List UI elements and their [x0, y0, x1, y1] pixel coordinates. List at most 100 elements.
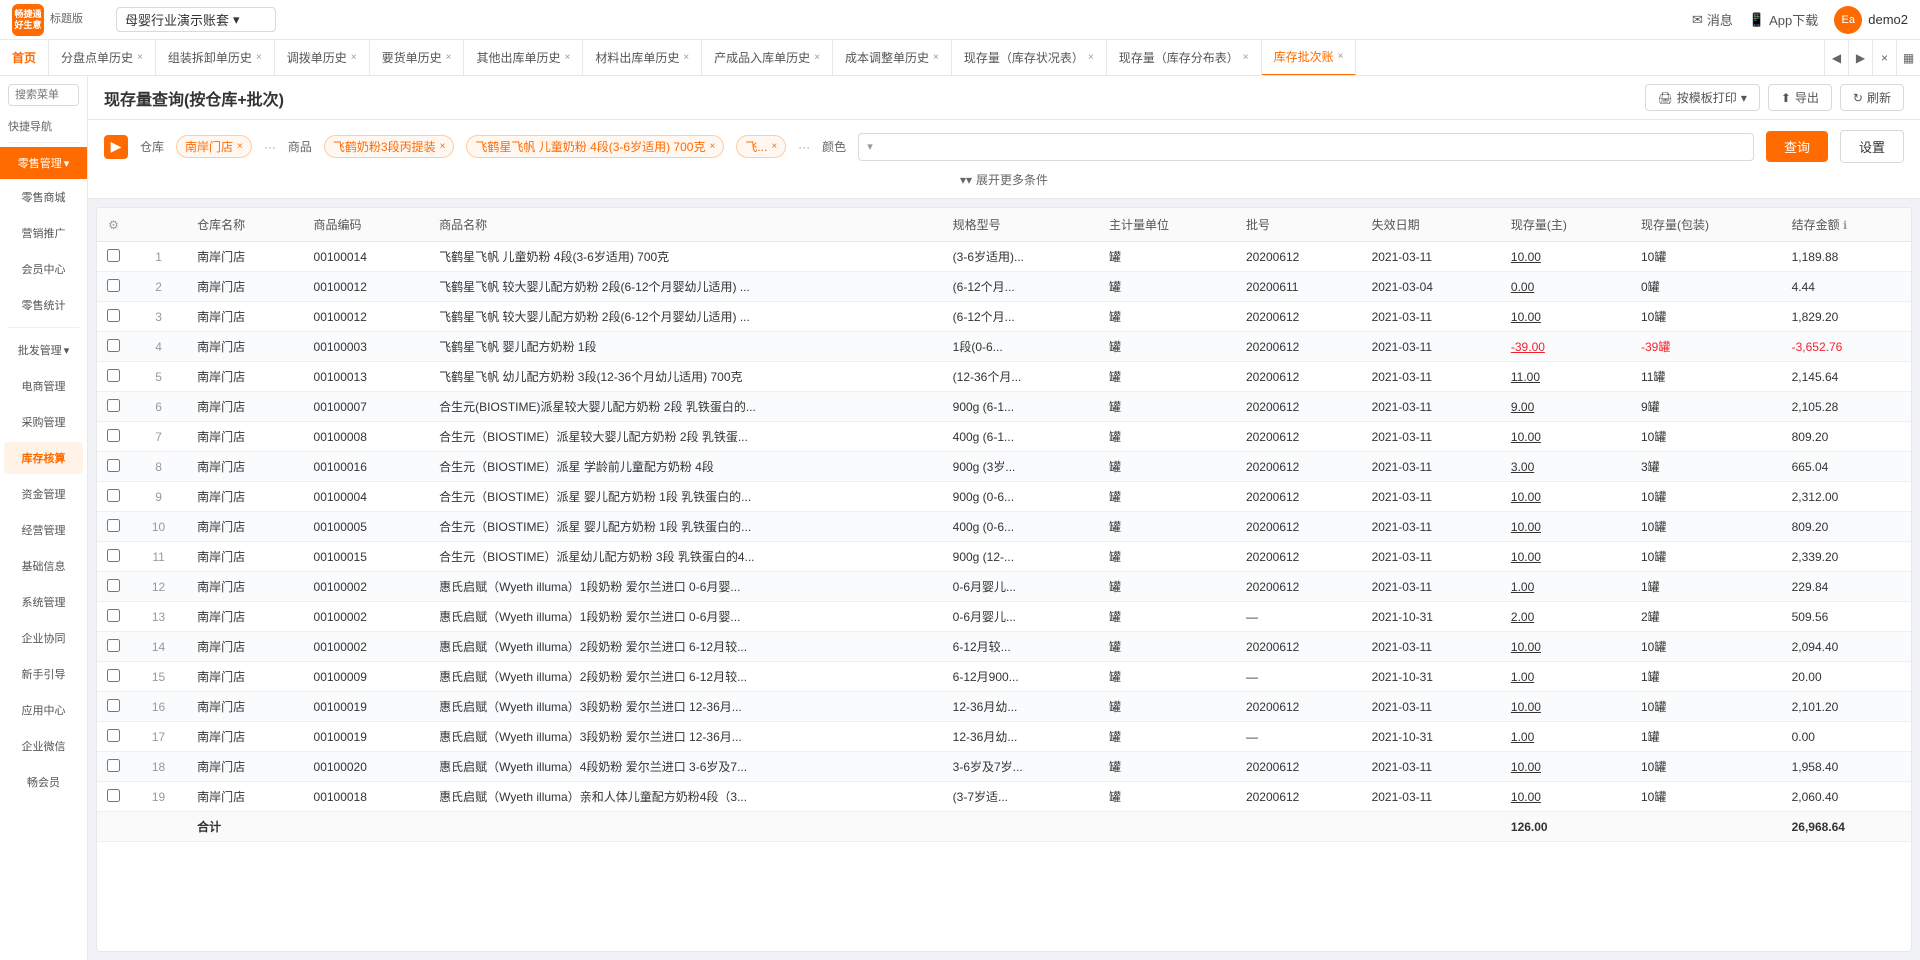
row-checkbox[interactable]: [107, 519, 120, 532]
tab-zuzhuang[interactable]: 组装拆卸单历史 ×: [156, 40, 275, 76]
row-stock-main[interactable]: 10.00: [1501, 782, 1631, 812]
row-checkbox[interactable]: [107, 699, 120, 712]
close-icon[interactable]: ×: [814, 52, 820, 63]
nav-menu-button[interactable]: ▦: [1896, 40, 1920, 76]
goods-filter-tag1[interactable]: 飞鹤奶粉3段丙提装 ×: [324, 135, 455, 158]
print-button[interactable]: 🖨 按模板打印 ▾: [1645, 84, 1760, 111]
sidebar-item-inventory[interactable]: 库存核算: [4, 442, 83, 474]
tab-yaohuo[interactable]: 要货单历史 ×: [370, 40, 465, 76]
close-icon[interactable]: ×: [1088, 52, 1094, 63]
row-checkbox-cell[interactable]: [97, 782, 130, 812]
sidebar-item-operations[interactable]: 经营管理: [4, 514, 83, 546]
query-button[interactable]: 查询: [1766, 131, 1828, 162]
goods-filter-tag2[interactable]: 飞鹤星飞帆 儿童奶粉 4段(3-6岁适用) 700克 ×: [466, 135, 724, 158]
row-checkbox-cell[interactable]: [97, 512, 130, 542]
row-stock-main[interactable]: 10.00: [1501, 422, 1631, 452]
sidebar-item-finance[interactable]: 资金管理: [4, 478, 83, 510]
sidebar-item-wholesale[interactable]: 批发管理 ▾: [4, 334, 83, 366]
close-icon[interactable]: ×: [1243, 52, 1249, 63]
expand-filter-button[interactable]: ▶: [104, 135, 128, 159]
sidebar-item-purchase[interactable]: 采购管理: [4, 406, 83, 438]
row-stock-main[interactable]: 10.00: [1501, 632, 1631, 662]
goods-filter-tag3[interactable]: 飞... ×: [736, 135, 786, 158]
row-stock-main[interactable]: 10.00: [1501, 242, 1631, 272]
close-icon[interactable]: ×: [1338, 51, 1344, 62]
sidebar-item-apps[interactable]: 应用中心: [4, 694, 83, 726]
row-checkbox-cell[interactable]: [97, 332, 130, 362]
expand-more-button[interactable]: ▾▾ 展开更多条件: [960, 171, 1048, 188]
row-checkbox-cell[interactable]: [97, 482, 130, 512]
export-button[interactable]: ⬆ 导出: [1768, 84, 1832, 111]
row-checkbox[interactable]: [107, 759, 120, 772]
row-checkbox-cell[interactable]: [97, 242, 130, 272]
row-checkbox[interactable]: [107, 339, 120, 352]
tab-chanchengpin[interactable]: 产成品入库单历史 ×: [702, 40, 833, 76]
remove-goods-tag3-icon[interactable]: ×: [771, 141, 777, 152]
row-checkbox[interactable]: [107, 489, 120, 502]
row-checkbox[interactable]: [107, 279, 120, 292]
row-stock-main[interactable]: 10.00: [1501, 302, 1631, 332]
refresh-button[interactable]: ↻ 刷新: [1840, 84, 1904, 111]
row-checkbox[interactable]: [107, 459, 120, 472]
goods-more-icon[interactable]: ···: [798, 140, 810, 154]
tab-qitachuku[interactable]: 其他出库单历史 ×: [464, 40, 583, 76]
row-stock-main[interactable]: 1.00: [1501, 662, 1631, 692]
row-stock-main[interactable]: 10.00: [1501, 542, 1631, 572]
row-stock-main[interactable]: 9.00: [1501, 392, 1631, 422]
sidebar-item-enterprise[interactable]: 企业协同: [4, 622, 83, 654]
nav-close-button[interactable]: ×: [1872, 40, 1896, 76]
row-stock-main[interactable]: 10.00: [1501, 482, 1631, 512]
tab-chengbentiaozhen[interactable]: 成本调整单历史 ×: [833, 40, 952, 76]
row-checkbox[interactable]: [107, 369, 120, 382]
row-checkbox-cell[interactable]: [97, 752, 130, 782]
table-settings-icon[interactable]: ⚙: [108, 218, 119, 232]
row-checkbox-cell[interactable]: [97, 362, 130, 392]
close-icon[interactable]: ×: [446, 52, 452, 63]
row-checkbox-cell[interactable]: [97, 422, 130, 452]
settings-button[interactable]: 设置: [1840, 130, 1904, 163]
message-button[interactable]: ✉ 消息: [1692, 10, 1733, 29]
sidebar-item-retail[interactable]: 零售管理 ▾: [0, 147, 87, 179]
close-icon[interactable]: ×: [933, 52, 939, 63]
tab-home[interactable]: 首页: [0, 40, 49, 76]
close-icon[interactable]: ×: [564, 52, 570, 63]
row-checkbox-cell[interactable]: [97, 572, 130, 602]
tab-xiancunliang2[interactable]: 现存量（库存分布表） ×: [1107, 40, 1262, 76]
tab-cailiao[interactable]: 材料出库单历史 ×: [583, 40, 702, 76]
sidebar-item-guide[interactable]: 新手引导: [4, 658, 83, 690]
sidebar-item-member[interactable]: 会员中心: [4, 253, 83, 285]
nav-prev-button[interactable]: ◀: [1824, 40, 1848, 76]
row-stock-main[interactable]: 10.00: [1501, 692, 1631, 722]
nav-next-button[interactable]: ▶: [1848, 40, 1872, 76]
row-checkbox[interactable]: [107, 549, 120, 562]
account-selector[interactable]: 母婴行业演示账套 ▾: [116, 7, 276, 32]
tab-diaobodian[interactable]: 调拨单历史 ×: [275, 40, 370, 76]
sidebar-item-marketing[interactable]: 营销推广: [4, 217, 83, 249]
sidebar-item-stats[interactable]: 零售统计: [4, 289, 83, 321]
row-checkbox[interactable]: [107, 579, 120, 592]
row-stock-main[interactable]: 1.00: [1501, 722, 1631, 752]
row-checkbox[interactable]: [107, 609, 120, 622]
remove-goods-tag2-icon[interactable]: ×: [709, 141, 715, 152]
row-checkbox[interactable]: [107, 309, 120, 322]
close-icon[interactable]: ×: [683, 52, 689, 63]
user-area[interactable]: Ea demo2: [1834, 6, 1908, 34]
row-stock-main[interactable]: 11.00: [1501, 362, 1631, 392]
sidebar-item-ecom[interactable]: 电商管理: [4, 370, 83, 402]
close-icon[interactable]: ×: [137, 52, 143, 63]
row-checkbox-cell[interactable]: [97, 692, 130, 722]
color-filter-input[interactable]: ▾: [858, 133, 1754, 161]
row-checkbox[interactable]: [107, 729, 120, 742]
warehouse-more-icon[interactable]: ···: [264, 140, 276, 154]
tab-fenpandian[interactable]: 分盘点单历史 ×: [49, 40, 156, 76]
tab-kucunpici[interactable]: 库存批次账 ×: [1262, 40, 1357, 76]
row-stock-main[interactable]: 1.00: [1501, 572, 1631, 602]
row-checkbox-cell[interactable]: [97, 632, 130, 662]
row-checkbox[interactable]: [107, 429, 120, 442]
row-checkbox-cell[interactable]: [97, 542, 130, 572]
row-stock-main[interactable]: 2.00: [1501, 602, 1631, 632]
remove-warehouse-tag-icon[interactable]: ×: [237, 141, 243, 152]
settings-col-header[interactable]: ⚙: [97, 208, 130, 242]
sidebar-item-basic[interactable]: 基础信息: [4, 550, 83, 582]
row-checkbox-cell[interactable]: [97, 722, 130, 752]
